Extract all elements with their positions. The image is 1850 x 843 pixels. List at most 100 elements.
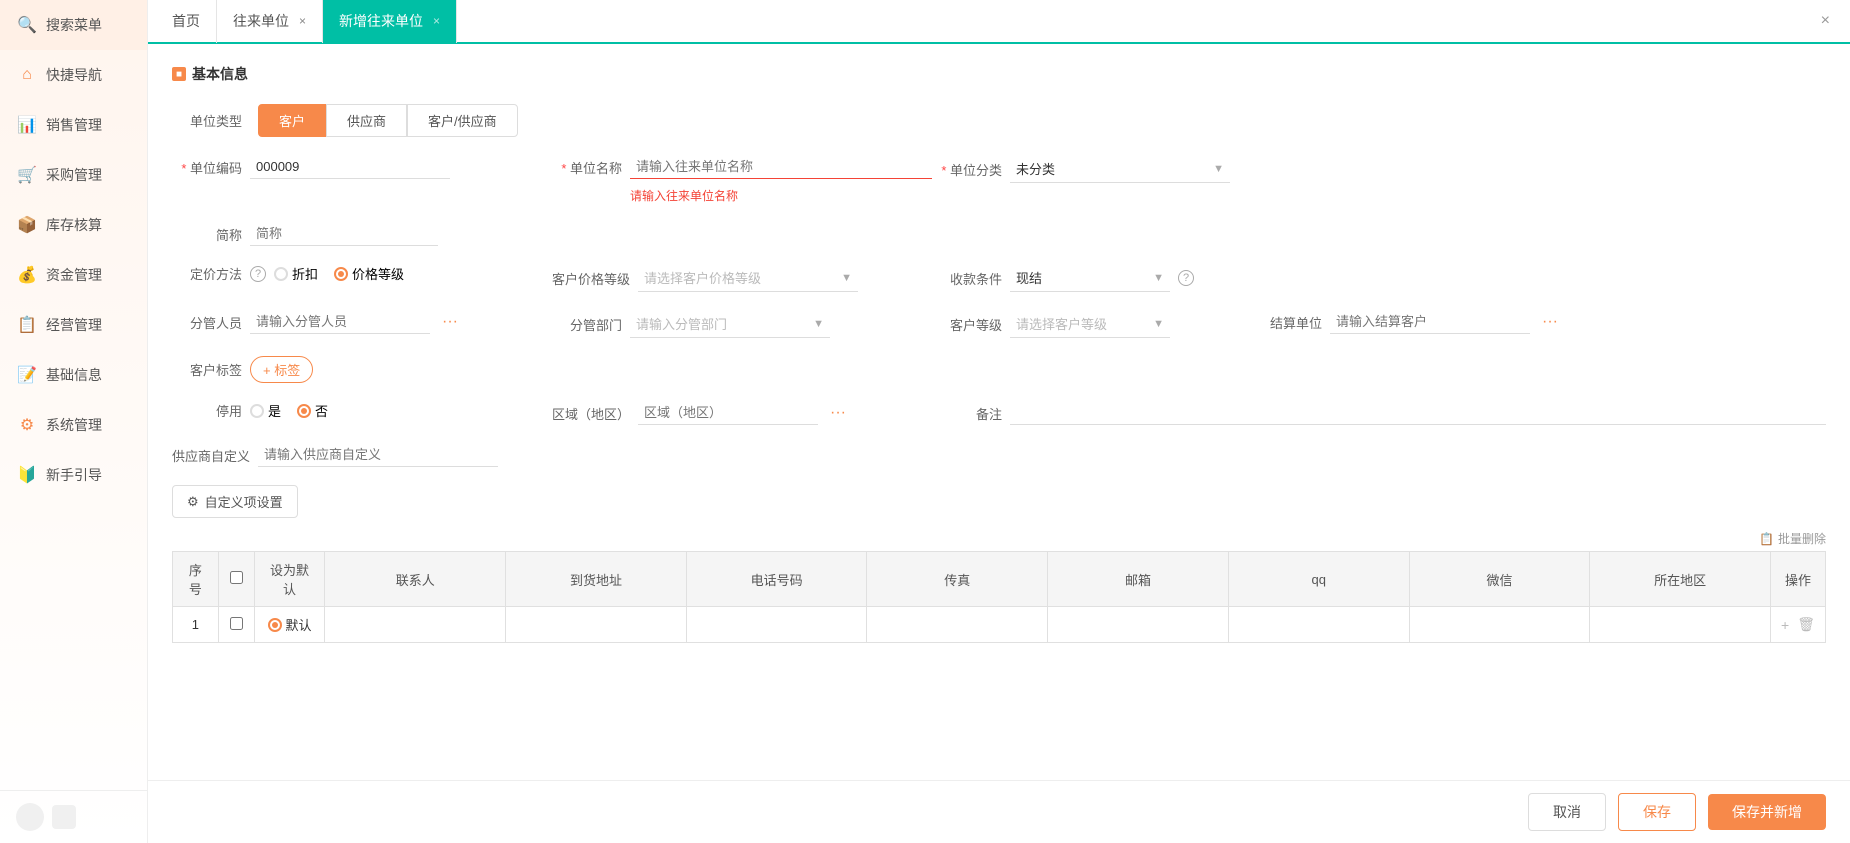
row-checkbox-cell[interactable]	[218, 607, 254, 643]
sidebar-item-operations[interactable]: 📋 经营管理	[0, 300, 147, 350]
pricing-discount-option[interactable]: 折扣	[274, 264, 318, 283]
footer: 取消 保存 保存并新增	[148, 780, 1850, 843]
fax-field[interactable]	[877, 617, 1037, 632]
sidebar-item-finance[interactable]: 💰 资金管理	[0, 250, 147, 300]
tags-row: 客户标签 + 标签	[172, 356, 1826, 383]
tab-partners-close[interactable]: ×	[299, 14, 306, 28]
batch-delete-icon: 📋	[1759, 532, 1774, 546]
supplier-custom-input[interactable]	[258, 443, 498, 467]
row-qq-input[interactable]	[1228, 607, 1409, 643]
add-tag-button[interactable]: + 标签	[250, 356, 313, 383]
address-field[interactable]	[516, 617, 676, 632]
sidebar-item-guide[interactable]: 🔰 新手引导	[0, 450, 147, 500]
department-select[interactable]: 请输入分管部门 ▼	[630, 310, 830, 338]
row-checkbox[interactable]	[230, 617, 243, 630]
col-checkbox[interactable]	[218, 552, 254, 607]
pricing-help-icon[interactable]: ?	[250, 266, 266, 282]
unit-name-input[interactable]	[630, 155, 932, 179]
row-default-radio-item[interactable]: 默认	[265, 615, 315, 634]
row-add-button[interactable]: +	[1781, 617, 1789, 633]
sidebar-item-search[interactable]: 🔍 搜索菜单	[0, 0, 147, 50]
row-delete-button[interactable]: 🗑	[1797, 616, 1815, 633]
row-default-radio	[268, 618, 282, 632]
contact-field[interactable]	[335, 617, 495, 632]
pricing-level-radio	[334, 267, 348, 281]
unit-type-customer[interactable]: 客户	[258, 104, 326, 137]
customer-level-select[interactable]: 请选择客户等级 ▼	[1010, 310, 1170, 338]
tab-home[interactable]: 首页	[156, 0, 217, 43]
region-input[interactable]	[638, 401, 818, 425]
unit-name-group: 单位名称 请输入往来单位名称	[552, 155, 932, 204]
customer-price-level-placeholder: 请选择客户价格等级	[644, 268, 837, 287]
pricing-level-option[interactable]: 价格等级	[334, 264, 404, 283]
close-all-tabs[interactable]: ×	[1809, 12, 1842, 30]
cancel-button[interactable]: 取消	[1528, 793, 1606, 831]
payment-terms-select[interactable]: 现结 ▼	[1010, 264, 1170, 292]
chevron-down-icon: ▼	[813, 318, 824, 330]
row-fax-input[interactable]	[867, 607, 1048, 643]
region-group: 区域（地区） ···	[552, 401, 932, 425]
col-wechat: 微信	[1409, 552, 1590, 607]
disabled-label: 停用	[172, 401, 242, 420]
section-icon: ■	[172, 67, 186, 81]
unit-category-select[interactable]: 未分类 ▼	[1010, 155, 1230, 183]
sidebar-item-sales[interactable]: 📊 销售管理	[0, 100, 147, 150]
section-title: ■ 基本信息	[172, 64, 1826, 84]
save-new-button[interactable]: 保存并新增	[1708, 794, 1826, 830]
batch-delete-button[interactable]: 📋 批量删除	[1759, 530, 1826, 547]
unit-code-input[interactable]	[250, 155, 450, 179]
customer-level-label: 客户等级	[932, 315, 1002, 334]
unit-code-group: 单位编码	[172, 155, 552, 179]
manager-ellipsis[interactable]: ···	[438, 313, 462, 331]
sidebar-item-inventory[interactable]: 📦 库存核算	[0, 200, 147, 250]
phone-field[interactable]	[697, 617, 857, 632]
content-area: ■ 基本信息 单位类型 客户 供应商 客户/供应商 单位编码 单位名称	[148, 44, 1850, 780]
row-phone-input[interactable]	[686, 607, 867, 643]
list-icon: 📋	[16, 314, 38, 336]
sidebar-item-purchase[interactable]: 🛒 采购管理	[0, 150, 147, 200]
custom-settings-button[interactable]: ⚙ 自定义项设置	[172, 485, 298, 518]
notes-input[interactable]	[1010, 401, 1826, 425]
settlement-unit-input[interactable]	[1330, 310, 1530, 334]
col-phone: 电话号码	[686, 552, 867, 607]
sidebar-item-quick-nav[interactable]: ⌂ 快捷导航	[0, 50, 147, 100]
disabled-no-option[interactable]: 否	[297, 401, 328, 420]
email-field[interactable]	[1058, 617, 1218, 632]
disabled-radio-group: 是 否	[250, 401, 328, 420]
row-address-input[interactable]	[506, 607, 687, 643]
unit-type-supplier[interactable]: 供应商	[326, 104, 407, 137]
payment-terms-help-icon[interactable]: ?	[1178, 270, 1194, 286]
region-ellipsis[interactable]: ···	[826, 404, 850, 422]
search-icon: 🔍	[16, 14, 38, 36]
customer-price-level-select[interactable]: 请选择客户价格等级 ▼	[638, 264, 858, 292]
save-button[interactable]: 保存	[1618, 793, 1696, 831]
region-label: 区域（地区）	[552, 404, 630, 423]
row-wechat-input[interactable]	[1409, 607, 1590, 643]
settlement-unit-label: 结算单位	[1252, 313, 1322, 332]
disabled-yes-option[interactable]: 是	[250, 401, 281, 420]
notes-group: 备注	[932, 401, 1826, 425]
unit-code-label: 单位编码	[172, 158, 242, 177]
row-region-field[interactable]	[1600, 617, 1760, 632]
tab-new-partner-close[interactable]: ×	[433, 14, 440, 28]
department-label: 分管部门	[552, 315, 622, 334]
short-name-input[interactable]	[250, 222, 438, 246]
settlement-ellipsis[interactable]: ···	[1538, 313, 1562, 331]
pricing-row: 定价方法 ? 折扣 价格等级 客户价格等级 请选择客户价格等级	[172, 264, 1826, 292]
row-contact-input[interactable]	[325, 607, 506, 643]
sidebar-item-system[interactable]: ⚙ 系统管理	[0, 400, 147, 450]
col-seq: 序号	[173, 552, 219, 607]
row-region-input[interactable]	[1590, 607, 1771, 643]
tab-partners[interactable]: 往来单位 ×	[217, 0, 323, 43]
row-default: 默认	[254, 607, 325, 643]
unit-type-both[interactable]: 客户/供应商	[407, 104, 518, 137]
select-all-checkbox[interactable]	[230, 571, 243, 584]
manager-group: 分管人员 ···	[172, 310, 552, 334]
manager-input[interactable]	[250, 310, 430, 334]
wechat-field[interactable]	[1420, 617, 1580, 632]
tab-new-partner[interactable]: 新增往来单位 ×	[323, 0, 457, 43]
qq-field[interactable]	[1239, 617, 1399, 632]
sidebar-item-base-info[interactable]: 📝 基础信息	[0, 350, 147, 400]
row-email-input[interactable]	[1048, 607, 1229, 643]
money-icon: 💰	[16, 264, 38, 286]
